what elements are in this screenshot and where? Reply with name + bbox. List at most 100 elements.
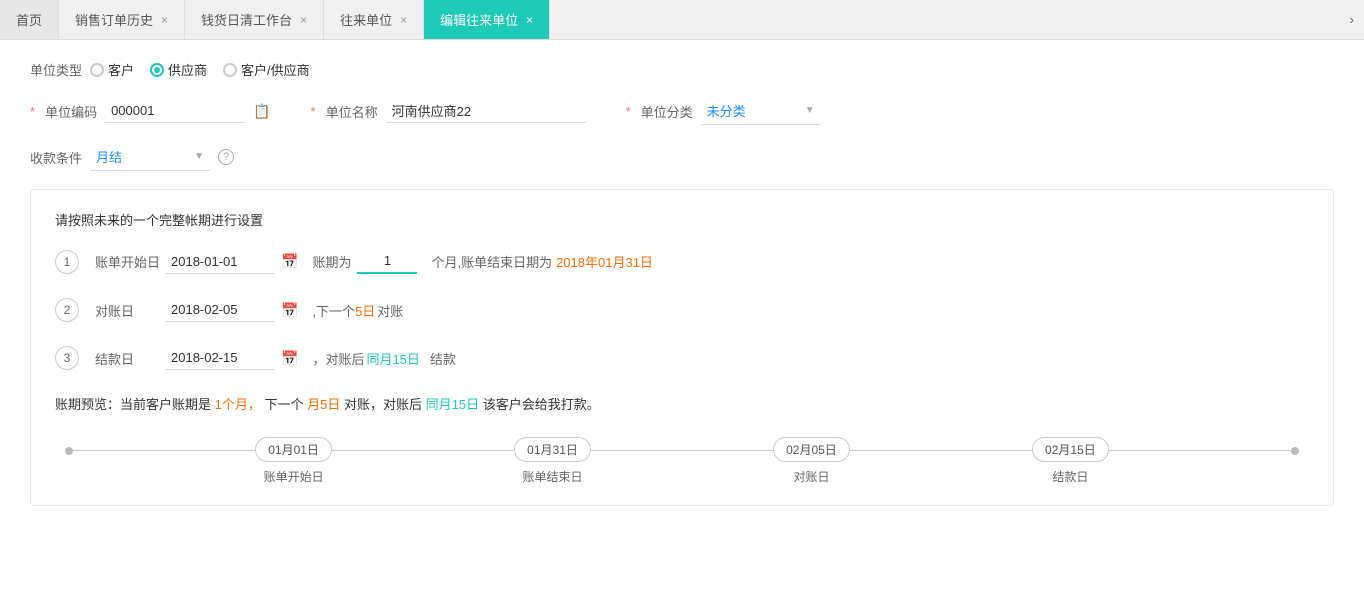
radio-customer[interactable]: 客户 [90,60,134,79]
tab-edit-partner-label: 编辑往来单位 [440,10,518,29]
unit-category-star: * [626,104,631,119]
step-2-calendar-icon[interactable]: 📅 [281,302,298,319]
tl-node-1-label: 账单开始日 [264,468,324,485]
radio-supplier[interactable]: 供应商 [150,60,207,79]
radio-customer-label: 客户 [108,60,134,79]
step-3-label: 结款日 [95,349,165,368]
tl-node-4-badge: 02月15日 [1032,437,1109,462]
radio-supplier-circle [150,63,164,77]
step-1-num: 1 [55,250,79,274]
billing-panel: 请按照未来的一个完整帐期进行设置 1 账单开始日 📅 账期为 个月,账单结束日期… [30,189,1334,506]
step-2-highlight: 5日 [355,301,375,320]
main-content: 单位类型 客户 供应商 客户/供应商 [0,40,1364,608]
tl-right-end [1291,437,1299,455]
step-1-end-date: 2018年01月31日 [556,252,653,271]
tab-partner[interactable]: 往来单位 × [324,0,424,39]
step-2-desc-prefix: ,下一个 [312,301,355,320]
unit-code-label: 单位编码 [45,102,97,121]
unit-type-label: 单位类型 [30,60,82,79]
preview-reconcile-suffix: 对账，对账后 [344,397,422,412]
step-3-row: 3 结款日 📅 ，对账后 同月15日 结款 [55,346,1309,370]
unit-info-row: * 单位编码 📋 * 单位名称 * 单位分类 未分类 ▼ [30,97,1334,125]
tl-node-3-label: 对账日 [793,468,829,485]
tl-node-2-badge: 01月31日 [514,437,591,462]
step-1-row: 1 账单开始日 📅 账期为 个月,账单结束日期为 2018年01月31日 [55,249,1309,274]
unit-type-radio-group: 客户 供应商 客户/供应商 [90,60,310,79]
timeline: 01月01日 账单开始日 01月31日 账单结束日 02月05日 对账日 02月… [55,437,1309,485]
tab-cash-work-close[interactable]: × [300,13,307,27]
radio-both-circle [223,63,237,77]
tl-node-2-label: 账单结束日 [523,468,583,485]
tl-left-dot [65,447,73,455]
step-3-desc-prefix: ，对账后 [312,349,364,368]
step-1-calendar-icon[interactable]: 📅 [281,253,298,270]
unit-code-group: * 单位编码 📋 [30,99,271,123]
tl-right-dot [1291,447,1299,455]
unit-type-group: 单位类型 客户 供应商 客户/供应商 [30,60,310,79]
unit-category-arrow: ▼ [805,105,815,116]
step-1-label: 账单开始日 [95,252,165,271]
step-1-date-input[interactable] [165,250,275,274]
tl-node-2: 01月31日 账单结束日 [514,437,591,485]
step-3-calendar-icon[interactable]: 📅 [281,350,298,367]
step-1-desc-prefix: 账期为 [312,252,351,271]
preview-reconcile: 月5日 [307,397,340,412]
tl-node-3-badge: 02月05日 [773,437,850,462]
unit-category-group: * 单位分类 未分类 ▼ [626,97,821,125]
tab-more-button[interactable]: › [1340,0,1364,39]
step-2-row: 2 对账日 📅 ,下一个 5日 对账 [55,298,1309,322]
payment-terms-label: 收款条件 [30,148,82,167]
step-3-date-input[interactable] [165,346,275,370]
step-1-period-input[interactable] [357,249,417,274]
payment-terms-arrow: ▼ [194,151,204,162]
preview-text: 账期预览：当前客户账期是 1个月， 下一个 月5日 对账，对账后 同月15日 该… [55,394,1309,413]
tl-node-4-label: 结款日 [1052,468,1088,485]
tl-node-1-badge: 01月01日 [255,437,332,462]
step-2-desc-suffix: 对账 [377,301,403,320]
unit-name-star: * [311,104,316,119]
step-2-date-input[interactable] [165,298,275,322]
step-3-desc-suffix: 结款 [430,349,456,368]
tl-node-4: 02月15日 结款日 [1032,437,1109,485]
preview-prefix: 账期预览：当前客户账期是 [55,397,211,412]
tab-cash-work-label: 钱货日清工作台 [201,10,292,29]
preview-payment: 同月15日 [426,397,479,412]
tab-sales-history[interactable]: 销售订单历史 × [59,0,185,39]
unit-category-select[interactable]: 未分类 ▼ [701,97,821,125]
radio-supplier-dot [154,67,160,73]
payment-terms-group: 收款条件 月结 ▼ ? [30,143,234,171]
unit-category-value: 未分类 [707,101,801,120]
tab-sales-history-close[interactable]: × [161,13,168,27]
step-2-num: 2 [55,298,79,322]
tab-bar: 首页 销售订单历史 × 钱货日清工作台 × 往来单位 × 编辑往来单位 × › [0,0,1364,40]
payment-terms-help[interactable]: ? [218,149,234,165]
step-1-desc-suffix: 个月,账单结束日期为 [431,252,552,271]
tab-partner-close[interactable]: × [400,13,407,27]
unit-type-row: 单位类型 客户 供应商 客户/供应商 [30,60,1334,79]
tab-edit-partner[interactable]: 编辑往来单位 × [424,0,550,39]
unit-category-label: 单位分类 [641,102,693,121]
radio-both-label: 客户/供应商 [241,60,310,79]
step-3-num: 3 [55,346,79,370]
payment-terms-row: 收款条件 月结 ▼ ? [30,143,1334,171]
preview-suffix: 该客户会给我打款。 [483,397,600,412]
preview-period: 1个月， [215,397,261,412]
tab-partner-label: 往来单位 [340,10,392,29]
radio-customer-circle [90,63,104,77]
unit-code-icon[interactable]: 📋 [253,103,270,120]
tl-node-3: 02月05日 对账日 [773,437,850,485]
timeline-nodes: 01月01日 账单开始日 01月31日 账单结束日 02月05日 对账日 02月… [65,437,1299,485]
radio-both[interactable]: 客户/供应商 [223,60,310,79]
unit-name-input[interactable] [386,99,586,123]
payment-terms-select[interactable]: 月结 ▼ [90,143,210,171]
payment-terms-value: 月结 [96,147,190,166]
tab-cash-work[interactable]: 钱货日清工作台 × [185,0,324,39]
tl-left-end [65,437,73,455]
tab-edit-partner-close[interactable]: × [526,13,533,27]
step-2-label: 对账日 [95,301,165,320]
unit-code-input[interactable] [105,99,245,123]
tab-home[interactable]: 首页 [0,0,59,39]
preview-reconcile-prefix: 下一个 [265,397,304,412]
tab-home-label: 首页 [16,10,42,29]
unit-name-group: * 单位名称 [311,99,586,123]
